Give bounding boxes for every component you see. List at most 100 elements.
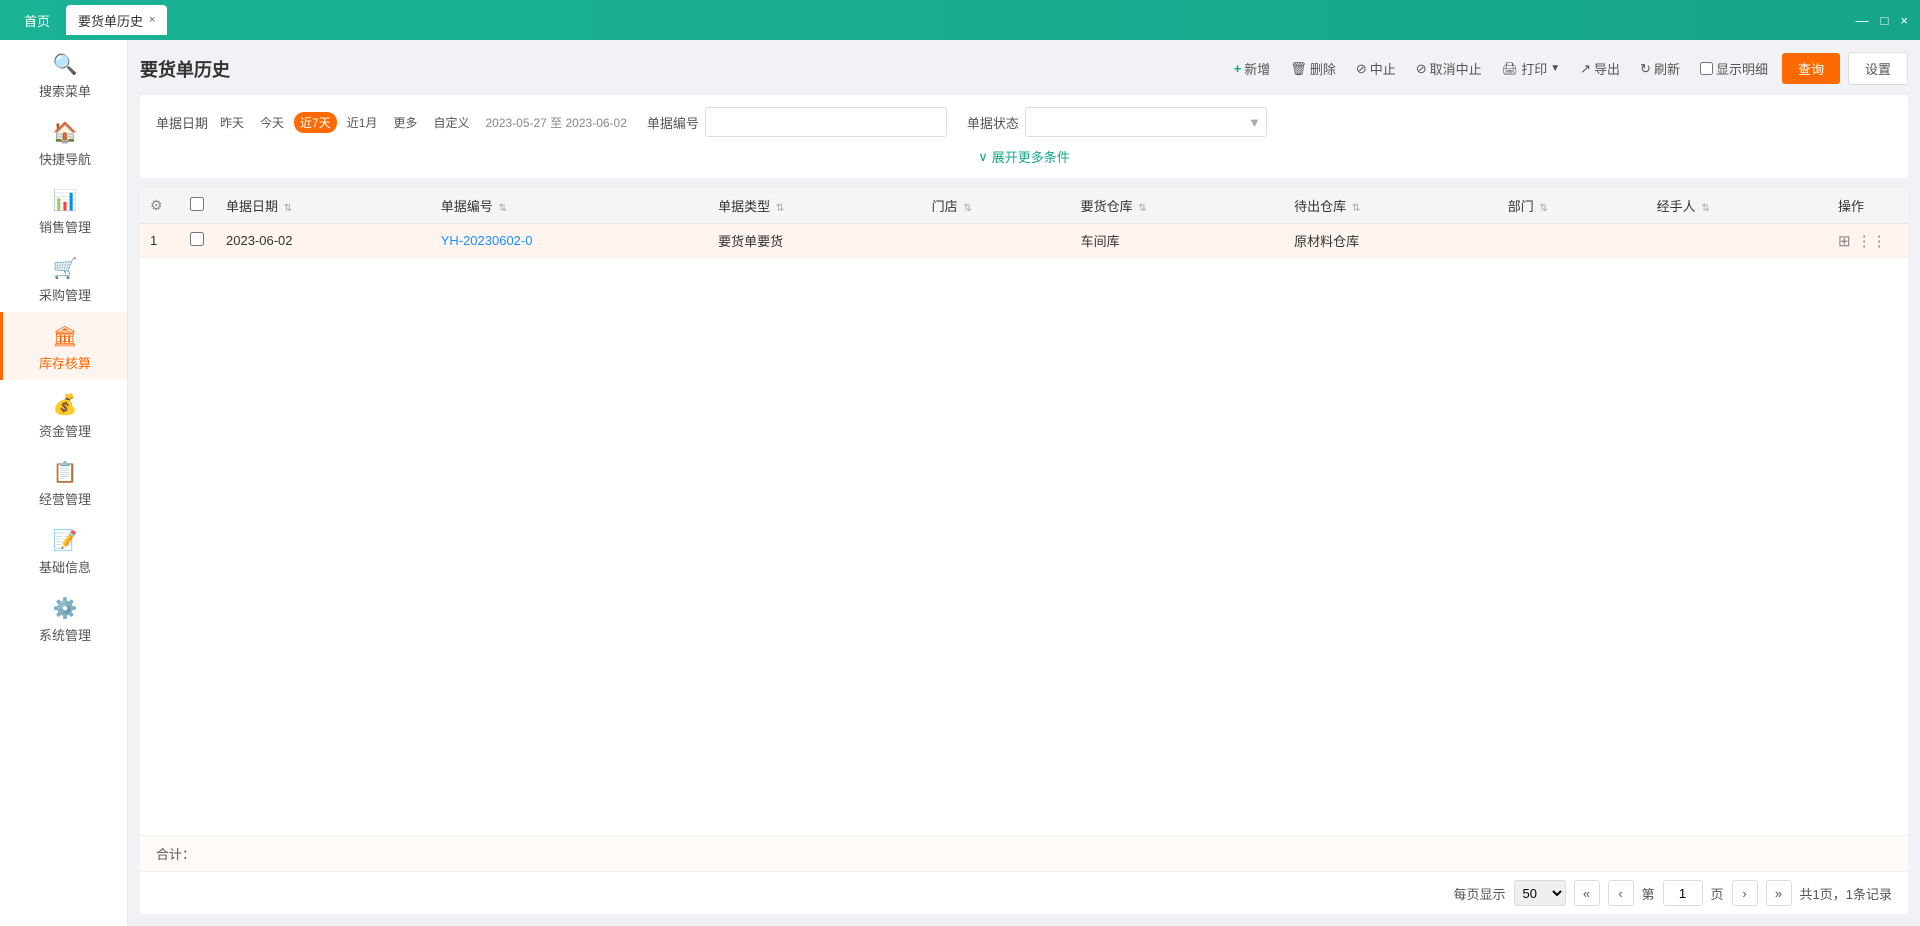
search-menu-icon: 🔍 — [53, 52, 78, 77]
sidebar-item-system[interactable]: ⚙️ 系统管理 — [0, 584, 127, 652]
delete-label: 删除 — [1310, 59, 1336, 78]
next-page-button[interactable]: › — [1732, 880, 1758, 906]
sidebar-item-purchase-label: 采购管理 — [39, 285, 91, 304]
table-settings-icon[interactable]: ⚙ — [150, 197, 163, 213]
tab-active[interactable]: 要货单历史 × — [66, 5, 167, 35]
print-arrow-icon: ▼ — [1550, 63, 1560, 74]
date-btn-more[interactable]: 更多 — [387, 112, 423, 133]
tab-close-icon[interactable]: × — [149, 14, 155, 26]
export-button[interactable]: ↗ 导出 — [1574, 55, 1626, 82]
status-select[interactable] — [1025, 107, 1267, 137]
date-filter-label: 单据日期 — [156, 113, 208, 132]
doc-link[interactable]: YH-20230602-0 — [441, 233, 533, 248]
date-btn-today[interactable]: 今天 — [254, 112, 290, 133]
setting-button[interactable]: 设置 — [1848, 52, 1908, 85]
sidebar-item-sales-label: 销售管理 — [39, 217, 91, 236]
sidebar-item-finance[interactable]: 💰 资金管理 — [0, 380, 127, 448]
row-more-icon[interactable]: ⋮⋮ — [1857, 232, 1887, 250]
row-checkbox[interactable] — [190, 232, 204, 246]
sidebar-item-operations-label: 经营管理 — [39, 489, 91, 508]
th-department-sort-icon[interactable]: ⇅ — [1539, 203, 1547, 214]
th-department: 部门 ⇅ — [1498, 188, 1647, 224]
per-page-select[interactable]: 50 100 200 — [1514, 880, 1566, 906]
sidebar-item-sales[interactable]: 📊 销售管理 — [0, 176, 127, 244]
th-req-warehouse-sort-icon[interactable]: ⇅ — [1138, 203, 1146, 214]
export-icon: ↗ — [1580, 61, 1591, 77]
th-req-warehouse: 要货仓库 ⇅ — [1071, 188, 1285, 224]
doc-number-input[interactable] — [705, 107, 947, 137]
cell-store — [922, 224, 1071, 258]
date-btn-7days[interactable]: 近7天 — [294, 112, 337, 133]
sidebar-item-quick-nav[interactable]: 🏠 快捷导航 — [0, 108, 127, 176]
table-header-row: ⚙ 单据日期 ⇅ 单据编号 ⇅ — [140, 188, 1908, 224]
sidebar-item-operations[interactable]: 📋 经营管理 — [0, 448, 127, 516]
cell-action: ⊞ ⋮⋮ — [1828, 224, 1908, 258]
th-doctype-sort-icon[interactable]: ⇅ — [776, 203, 784, 214]
window-close-icon[interactable]: × — [1900, 13, 1908, 28]
cancel-stop-button[interactable]: ⊘ 取消中止 — [1410, 55, 1488, 82]
delete-button[interactable]: 🗑 删除 — [1284, 55, 1342, 82]
maximize-icon[interactable]: □ — [1881, 13, 1889, 28]
top-bar-right: — □ × — [1856, 13, 1908, 28]
last-page-button[interactable]: » — [1766, 880, 1792, 906]
table-container: ⚙ 单据日期 ⇅ 单据编号 ⇅ — [140, 188, 1908, 914]
filter-row-1: 单据日期 昨天 今天 近7天 近1月 更多 自定义 2023-05-27 至 2… — [156, 107, 1892, 137]
query-button[interactable]: 查询 — [1782, 53, 1840, 84]
minimize-icon[interactable]: — — [1856, 13, 1869, 28]
doc-number-filter: 单据编号 — [647, 107, 947, 137]
th-docno-sort-icon[interactable]: ⇅ — [498, 203, 506, 214]
status-label: 单据状态 — [967, 113, 1019, 132]
table-scroll: ⚙ 单据日期 ⇅ 单据编号 ⇅ — [140, 188, 1908, 835]
date-btn-yesterday[interactable]: 昨天 — [214, 112, 250, 133]
filter-area: 单据日期 昨天 今天 近7天 近1月 更多 自定义 2023-05-27 至 2… — [140, 95, 1908, 178]
select-all-checkbox[interactable] — [190, 197, 204, 211]
th-docno-label: 单据编号 — [441, 199, 493, 214]
sidebar-item-search-menu[interactable]: 🔍 搜索菜单 — [0, 40, 127, 108]
cell-department — [1498, 224, 1647, 258]
page-number-input[interactable] — [1663, 880, 1703, 906]
page-title: 要货单历史 — [140, 56, 230, 82]
refresh-button[interactable]: ↻ 刷新 — [1634, 55, 1686, 82]
th-handler-label: 经手人 — [1657, 199, 1696, 214]
tab-home[interactable]: 首页 — [12, 5, 62, 35]
summary-label: 合计： — [156, 847, 195, 862]
new-button[interactable]: + 新增 — [1228, 55, 1277, 82]
first-page-button[interactable]: « — [1574, 880, 1600, 906]
th-date-sort-icon[interactable]: ⇅ — [284, 203, 292, 214]
table-footer: 合计： — [140, 835, 1908, 871]
cell-req-warehouse: 车间库 — [1071, 224, 1285, 258]
show-detail-label: 显示明细 — [1716, 59, 1768, 78]
cell-docno: YH-20230602-0 — [431, 224, 708, 258]
prev-page-button[interactable]: ‹ — [1608, 880, 1634, 906]
sidebar-item-basics[interactable]: 📝 基础信息 — [0, 516, 127, 584]
sidebar-item-finance-label: 资金管理 — [39, 421, 91, 440]
cell-handler — [1647, 224, 1828, 258]
sales-icon: 📊 — [53, 188, 78, 213]
th-handler-sort-icon[interactable]: ⇅ — [1701, 203, 1709, 214]
pagination-bar: 每页显示 50 100 200 « ‹ 第 页 › » 共1页，1条记录 — [140, 871, 1908, 914]
expand-button[interactable]: ∨ 展开更多条件 — [978, 147, 1070, 166]
print-button[interactable]: 🖨 打印 ▼ — [1496, 55, 1566, 82]
sidebar-item-basics-label: 基础信息 — [39, 557, 91, 576]
data-table: ⚙ 单据日期 ⇅ 单据编号 ⇅ — [140, 188, 1908, 258]
th-store-sort-icon[interactable]: ⇅ — [963, 203, 971, 214]
th-pending-warehouse-sort-icon[interactable]: ⇅ — [1352, 203, 1360, 214]
show-detail-button[interactable]: 显示明细 — [1694, 55, 1774, 82]
row-edit-icon[interactable]: ⊞ — [1838, 232, 1851, 250]
date-range-text: 2023-05-27 至 2023-06-02 — [485, 114, 626, 131]
cancel-stop-icon: ⊘ — [1416, 61, 1427, 77]
date-btn-1month[interactable]: 近1月 — [341, 112, 384, 133]
show-detail-checkbox[interactable] — [1700, 62, 1713, 75]
stop-label: 中止 — [1370, 59, 1396, 78]
cell-num: 1 — [140, 224, 180, 258]
stop-button[interactable]: ⊘ 中止 — [1350, 55, 1402, 82]
th-store: 门店 ⇅ — [922, 188, 1071, 224]
date-btn-custom[interactable]: 自定义 — [427, 112, 475, 133]
purchase-icon: 🛒 — [53, 256, 78, 281]
sidebar-item-purchase[interactable]: 🛒 采购管理 — [0, 244, 127, 312]
cell-doctype: 要货单要货 — [708, 224, 922, 258]
status-filter: 单据状态 ▼ — [967, 107, 1267, 137]
top-bar: 首页 要货单历史 × — □ × — [0, 0, 1920, 40]
sidebar-item-inventory[interactable]: 🏛 库存核算 — [0, 312, 127, 380]
filter-expand-row: ∨ 展开更多条件 — [156, 147, 1892, 166]
